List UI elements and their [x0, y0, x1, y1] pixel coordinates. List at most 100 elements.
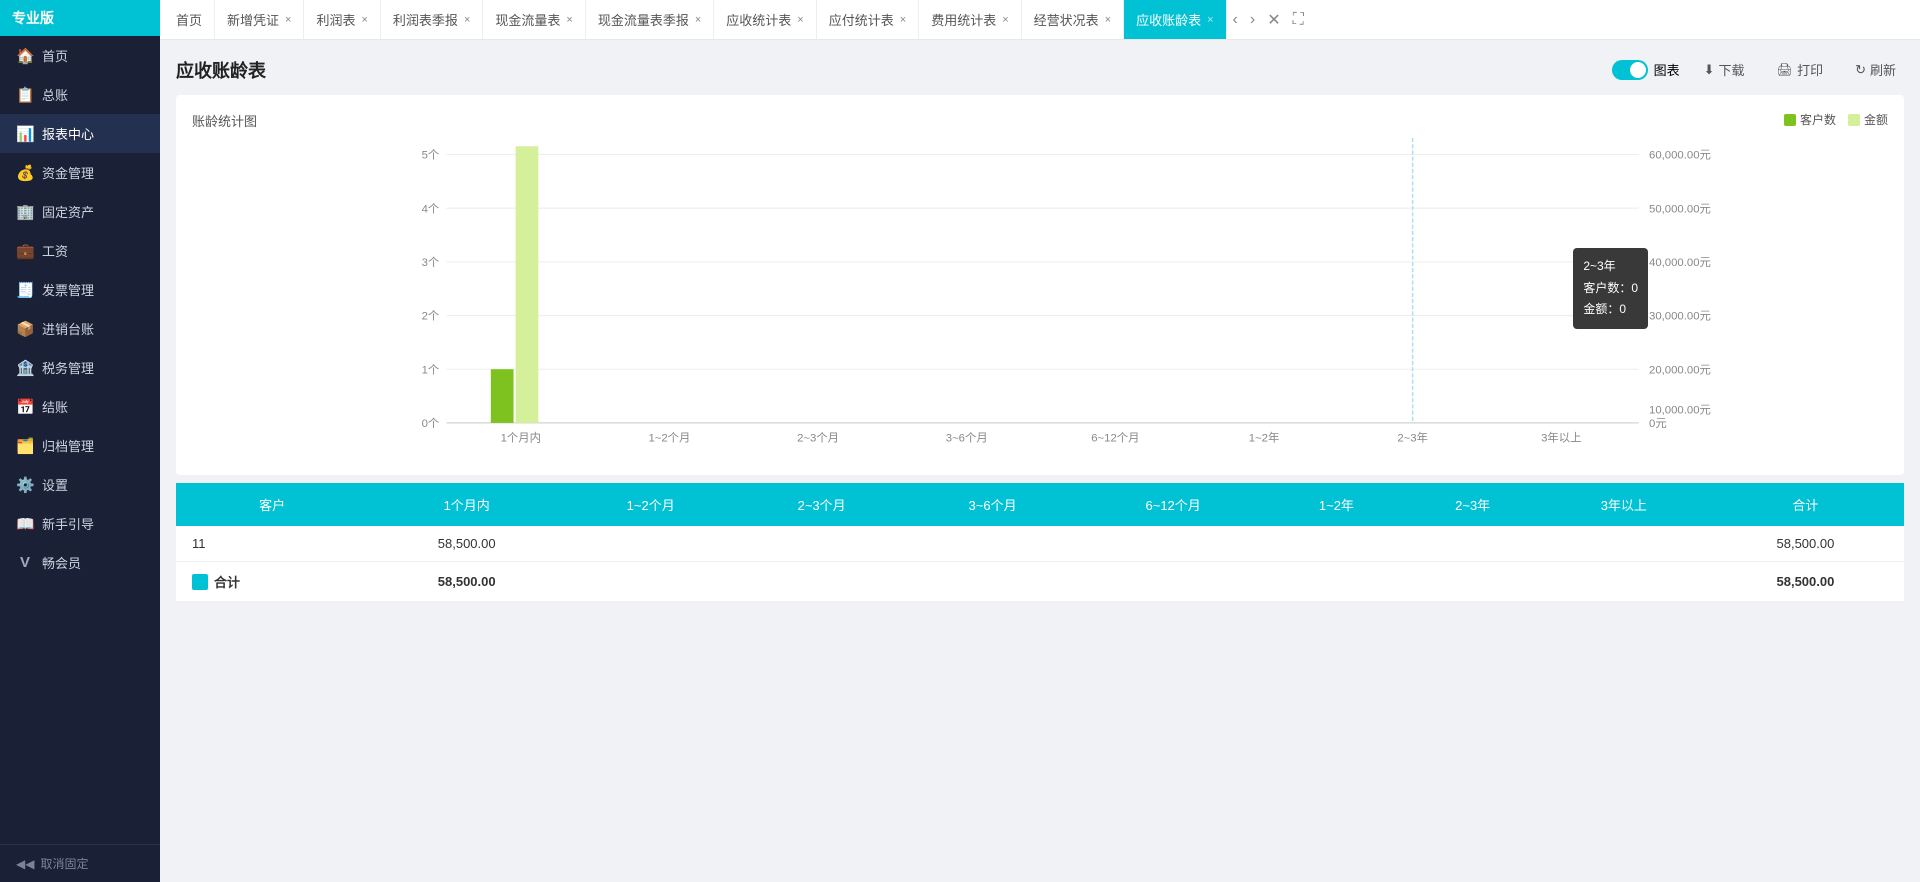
bar-amount-0	[516, 146, 539, 423]
sidebar: 专业版 🏠 首页 📋 总账 📊 报表中心 💰 资金管理 🏢 固定资产 💼 工资 …	[0, 0, 160, 882]
svg-text:10,000.00元: 10,000.00元	[1649, 405, 1711, 417]
refresh-button[interactable]: ↻ 刷新	[1847, 56, 1904, 83]
svg-text:3~6个月: 3~6个月	[946, 431, 988, 444]
sidebar-item-fund[interactable]: 💰 资金管理	[0, 153, 160, 192]
legend-customer-count-label: 客户数	[1800, 111, 1836, 128]
sidebar-item-asset[interactable]: 🏢 固定资产	[0, 192, 160, 231]
report-icon: 📊	[16, 125, 34, 143]
tab-nav-next[interactable]: ›	[1244, 0, 1261, 40]
sidebar-item-settings[interactable]: ⚙️ 设置	[0, 465, 160, 504]
close-icon[interactable]: ×	[797, 14, 803, 26]
sidebar-footer-pin[interactable]: ◀◀ 取消固定	[0, 844, 160, 882]
svg-text:0个: 0个	[422, 417, 440, 430]
tab-ar-aging[interactable]: 应收账龄表 ×	[1124, 0, 1226, 40]
svg-text:1个月内: 1个月内	[501, 430, 541, 444]
cell-m2	[565, 526, 736, 562]
sidebar-item-tax[interactable]: 🏦 税务管理	[0, 348, 160, 387]
sidebar-item-home[interactable]: 🏠 首页	[0, 36, 160, 75]
print-label: 打印	[1797, 60, 1823, 79]
tab-nav-prev[interactable]: ‹	[1227, 0, 1244, 40]
sidebar-item-label: 资金管理	[42, 163, 94, 182]
tab-ar-stat[interactable]: 应收统计表 ×	[714, 0, 816, 40]
cell-m5	[1078, 526, 1268, 562]
tab-profit[interactable]: 利润表 ×	[304, 0, 380, 40]
close-icon[interactable]: ×	[361, 14, 367, 26]
close-icon[interactable]: ×	[1002, 14, 1008, 26]
sidebar-item-label: 发票管理	[42, 280, 94, 299]
svg-text:1~2年: 1~2年	[1249, 430, 1280, 444]
col-header-m3: 2~3个月	[736, 483, 907, 526]
sidebar-item-label: 设置	[42, 475, 68, 494]
close-icon[interactable]: ×	[900, 14, 906, 26]
col-header-total: 合计	[1707, 483, 1904, 526]
vip-icon: V	[16, 554, 34, 571]
close-icon[interactable]: ×	[285, 14, 291, 26]
tab-home[interactable]: 首页	[164, 0, 215, 40]
tab-business-stat[interactable]: 经营状况表 ×	[1022, 0, 1124, 40]
col-header-m5: 6~12个月	[1078, 483, 1268, 526]
tab-cashflow[interactable]: 现金流量表 ×	[483, 0, 585, 40]
sidebar-item-guide[interactable]: 📖 新手引导	[0, 504, 160, 543]
refresh-label: 刷新	[1870, 60, 1896, 79]
sidebar-item-label: 首页	[42, 46, 68, 65]
tab-cashflow-quarter[interactable]: 现金流量表季报 ×	[586, 0, 714, 40]
salary-icon: 💼	[16, 242, 34, 260]
tab-voucher[interactable]: 新增凭证 ×	[215, 0, 304, 40]
total-m4	[907, 562, 1078, 602]
svg-text:4个: 4个	[422, 202, 440, 215]
download-button[interactable]: ⬇ 下载	[1696, 56, 1753, 83]
tab-ar-aging-label: 应收账龄表	[1136, 10, 1201, 29]
tab-ap-stat[interactable]: 应付统计表 ×	[817, 0, 919, 40]
tab-voucher-label: 新增凭证	[227, 10, 279, 29]
svg-text:50,000.00元: 50,000.00元	[1649, 203, 1711, 215]
svg-text:0元: 0元	[1649, 418, 1667, 430]
sidebar-item-report[interactable]: 📊 报表中心	[0, 114, 160, 153]
legend-dot-light	[1848, 114, 1860, 126]
download-icon: ⬇	[1704, 62, 1715, 78]
sidebar-item-label: 税务管理	[42, 358, 94, 377]
tab-profit-quarter-label: 利润表季报	[393, 10, 458, 29]
cell-m1: 58,500.00	[368, 526, 565, 562]
total-label: 合计	[214, 572, 240, 591]
table-total-row: 合计 58,500.00 58,500.00	[176, 562, 1904, 602]
close-icon[interactable]: ×	[695, 14, 701, 26]
sidebar-item-close[interactable]: 📅 结账	[0, 387, 160, 426]
tab-close-all[interactable]: ✕	[1261, 0, 1286, 40]
sidebar-item-salary[interactable]: 💼 工资	[0, 231, 160, 270]
sidebar-item-invoice[interactable]: 🧾 发票管理	[0, 270, 160, 309]
cell-m3	[736, 526, 907, 562]
cell-m8	[1541, 526, 1707, 562]
close-icon[interactable]: ×	[464, 14, 470, 26]
svg-text:60,000.00元: 60,000.00元	[1649, 150, 1711, 162]
stock-icon: 📦	[16, 320, 34, 338]
close-book-icon: 📅	[16, 398, 34, 416]
close-icon[interactable]: ×	[1207, 14, 1213, 26]
refresh-icon: ↻	[1855, 62, 1866, 78]
tab-expense-stat[interactable]: 费用统计表 ×	[919, 0, 1021, 40]
print-button[interactable]: 🖨 打印	[1769, 56, 1832, 83]
col-header-m4: 3~6个月	[907, 483, 1078, 526]
sidebar-item-archive[interactable]: 🗂️ 归档管理	[0, 426, 160, 465]
close-icon[interactable]: ×	[1105, 14, 1111, 26]
sidebar-item-stock[interactable]: 📦 进销台账	[0, 309, 160, 348]
table-header-row: 客户 1个月内 1~2个月 2~3个月 3~6个月 6~12个月 1~2年 2~…	[176, 483, 1904, 526]
chart-legend: 客户数 金额	[1784, 111, 1888, 128]
total-m5	[1078, 562, 1268, 602]
svg-text:2个: 2个	[422, 310, 440, 323]
total-total: 58,500.00	[1707, 562, 1904, 602]
sidebar-item-vip[interactable]: V 畅会员	[0, 543, 160, 582]
tab-expand[interactable]: ⛶	[1287, 0, 1310, 40]
svg-text:1~2个月: 1~2个月	[648, 431, 690, 444]
sidebar-footer-label: 取消固定	[40, 855, 88, 872]
total-m8	[1541, 562, 1707, 602]
sidebar-item-ledger[interactable]: 📋 总账	[0, 75, 160, 114]
close-icon[interactable]: ×	[566, 14, 572, 26]
tab-cashflow-label: 现金流量表	[495, 10, 560, 29]
chart-toggle[interactable]: 图表	[1612, 60, 1680, 80]
legend-customer-count: 客户数	[1784, 111, 1836, 128]
tab-profit-quarter[interactable]: 利润表季报 ×	[381, 0, 483, 40]
toggle-track[interactable]	[1612, 60, 1648, 80]
main-area: 首页 新增凭证 × 利润表 × 利润表季报 × 现金流量表 × 现金流量表季报 …	[160, 0, 1920, 882]
table-row[interactable]: 11 58,500.00 58,500.00	[176, 526, 1904, 562]
svg-text:5个: 5个	[422, 149, 440, 162]
